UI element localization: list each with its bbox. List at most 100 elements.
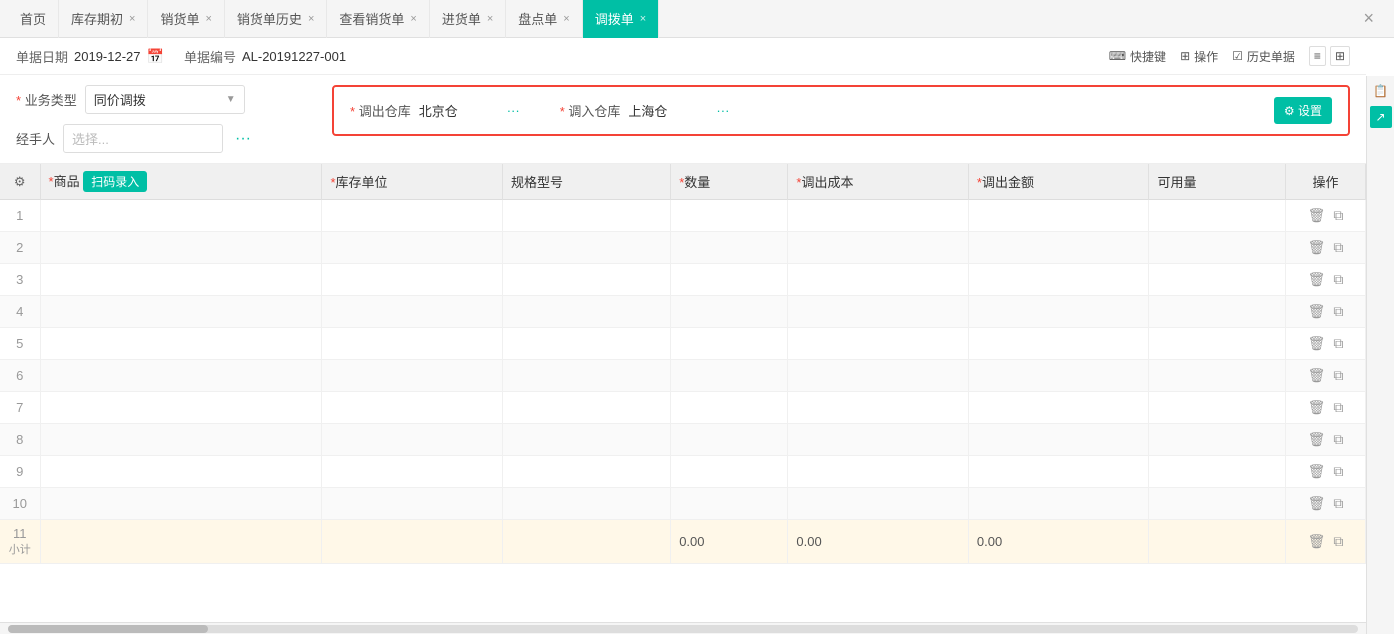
amount-cell-10[interactable]: [968, 488, 1149, 520]
qty-cell-4[interactable]: [671, 296, 788, 328]
product-cell-10[interactable]: [40, 488, 322, 520]
amount-cell-5[interactable]: [968, 328, 1149, 360]
tab-sales-order-close[interactable]: ×: [205, 13, 211, 25]
amount-cell-6[interactable]: [968, 360, 1149, 392]
tab-home[interactable]: 首页: [8, 0, 59, 38]
cost-cell-2[interactable]: [788, 232, 969, 264]
warehouse-out-more-button[interactable]: ···: [507, 103, 520, 118]
cost-cell-10[interactable]: [788, 488, 969, 520]
history-button[interactable]: ☑ 历史单据: [1232, 48, 1295, 65]
copy-row-9-button[interactable]: ⧉: [1333, 463, 1343, 480]
qty-cell-3[interactable]: [671, 264, 788, 296]
copy-row-5-button[interactable]: ⧉: [1333, 335, 1343, 352]
delete-row-5-button[interactable]: 🗑: [1308, 335, 1326, 352]
scroll-thumb[interactable]: [8, 625, 208, 633]
delete-row-7-button[interactable]: 🗑: [1308, 399, 1326, 416]
scan-button[interactable]: 扫码录入: [83, 171, 147, 192]
qty-cell-8[interactable]: [671, 424, 788, 456]
amount-cell-11[interactable]: 0.00: [968, 520, 1149, 564]
tab-sales-order[interactable]: 销货单 ×: [148, 0, 224, 38]
delete-row-8-button[interactable]: 🗑: [1308, 431, 1326, 448]
product-cell-6[interactable]: [40, 360, 322, 392]
tab-sales-history-close[interactable]: ×: [308, 13, 314, 25]
tab-purchase-close[interactable]: ×: [487, 13, 493, 25]
qty-cell-9[interactable]: [671, 456, 788, 488]
amount-cell-3[interactable]: [968, 264, 1149, 296]
handler-select[interactable]: 选择...: [63, 124, 223, 153]
tab-inventory-init-close[interactable]: ×: [129, 13, 135, 25]
copy-row-8-button[interactable]: ⧉: [1333, 431, 1343, 448]
tab-stocktake[interactable]: 盘点单 ×: [506, 0, 582, 38]
cost-cell-6[interactable]: [788, 360, 969, 392]
amount-cell-1[interactable]: [968, 200, 1149, 232]
qty-cell-2[interactable]: [671, 232, 788, 264]
delete-row-9-button[interactable]: 🗑: [1308, 463, 1326, 480]
horizontal-scrollbar[interactable]: [0, 622, 1366, 634]
delete-row-11-button[interactable]: 🗑: [1308, 533, 1326, 550]
copy-row-11-button[interactable]: ⧉: [1333, 533, 1343, 550]
product-cell-2[interactable]: [40, 232, 322, 264]
tab-transfer-close[interactable]: ×: [640, 13, 646, 25]
tab-view-sales-close[interactable]: ×: [410, 13, 416, 25]
product-cell-3[interactable]: [40, 264, 322, 296]
cost-cell-9[interactable]: [788, 456, 969, 488]
amount-cell-4[interactable]: [968, 296, 1149, 328]
cost-cell-3[interactable]: [788, 264, 969, 296]
amount-cell-9[interactable]: [968, 456, 1149, 488]
tab-inventory-init[interactable]: 库存期初 ×: [59, 0, 148, 38]
cost-cell-8[interactable]: [788, 424, 969, 456]
delete-row-4-button[interactable]: 🗑: [1308, 303, 1326, 320]
warehouse-in-more-button[interactable]: ···: [716, 103, 729, 118]
cost-cell-4[interactable]: [788, 296, 969, 328]
copy-row-3-button[interactable]: ⧉: [1333, 271, 1343, 288]
qty-cell-1[interactable]: [671, 200, 788, 232]
delete-row-6-button[interactable]: 🗑: [1308, 367, 1326, 384]
product-cell-9[interactable]: [40, 456, 322, 488]
cost-cell-11[interactable]: 0.00: [788, 520, 969, 564]
delete-row-3-button[interactable]: 🗑: [1308, 271, 1326, 288]
product-cell-1[interactable]: [40, 200, 322, 232]
copy-row-10-button[interactable]: ⧉: [1333, 495, 1343, 512]
cost-cell-1[interactable]: [788, 200, 969, 232]
tab-transfer[interactable]: 调拨单 ×: [583, 0, 659, 38]
tab-sales-history[interactable]: 销货单历史 ×: [225, 0, 327, 38]
list-view-button[interactable]: ≡: [1309, 46, 1326, 66]
sidebar-notes-icon[interactable]: 📋: [1370, 80, 1392, 102]
qty-cell-7[interactable]: [671, 392, 788, 424]
tab-purchase[interactable]: 进货单 ×: [430, 0, 506, 38]
product-cell-8[interactable]: [40, 424, 322, 456]
product-cell-11[interactable]: [40, 520, 322, 564]
delete-row-10-button[interactable]: 🗑: [1308, 495, 1326, 512]
copy-row-2-button[interactable]: ⧉: [1333, 239, 1343, 256]
product-cell-7[interactable]: [40, 392, 322, 424]
delete-row-2-button[interactable]: 🗑: [1308, 239, 1326, 256]
delete-row-1-button[interactable]: 🗑: [1308, 207, 1326, 224]
calendar-icon[interactable]: 📅: [147, 48, 164, 65]
qty-cell-10[interactable]: [671, 488, 788, 520]
handler-more-button[interactable]: ···: [235, 130, 251, 148]
sidebar-expand-icon[interactable]: ↗: [1370, 106, 1392, 128]
tab-stocktake-close[interactable]: ×: [563, 13, 569, 25]
amount-cell-8[interactable]: [968, 424, 1149, 456]
window-close-button[interactable]: ×: [1351, 8, 1386, 29]
copy-row-1-button[interactable]: ⧉: [1333, 207, 1343, 224]
product-cell-5[interactable]: [40, 328, 322, 360]
amount-cell-2[interactable]: [968, 232, 1149, 264]
copy-row-6-button[interactable]: ⧉: [1333, 367, 1343, 384]
copy-row-4-button[interactable]: ⧉: [1333, 303, 1343, 320]
shortcuts-button[interactable]: ⌨ 快捷键: [1109, 48, 1166, 65]
table-settings-icon[interactable]: ⚙: [14, 174, 26, 189]
operations-button[interactable]: ⊞ 操作: [1180, 48, 1218, 65]
qty-cell-5[interactable]: [671, 328, 788, 360]
settings-button[interactable]: ⚙ 设置: [1274, 97, 1332, 124]
cost-cell-7[interactable]: [788, 392, 969, 424]
tab-view-sales[interactable]: 查看销货单 ×: [327, 0, 429, 38]
cost-cell-5[interactable]: [788, 328, 969, 360]
business-type-select[interactable]: 同价调拨 ▼: [85, 85, 245, 114]
qty-cell-6[interactable]: [671, 360, 788, 392]
grid-view-button[interactable]: ⊞: [1330, 46, 1350, 66]
qty-cell-11[interactable]: 0.00: [671, 520, 788, 564]
copy-row-7-button[interactable]: ⧉: [1333, 399, 1343, 416]
amount-cell-7[interactable]: [968, 392, 1149, 424]
product-cell-4[interactable]: [40, 296, 322, 328]
